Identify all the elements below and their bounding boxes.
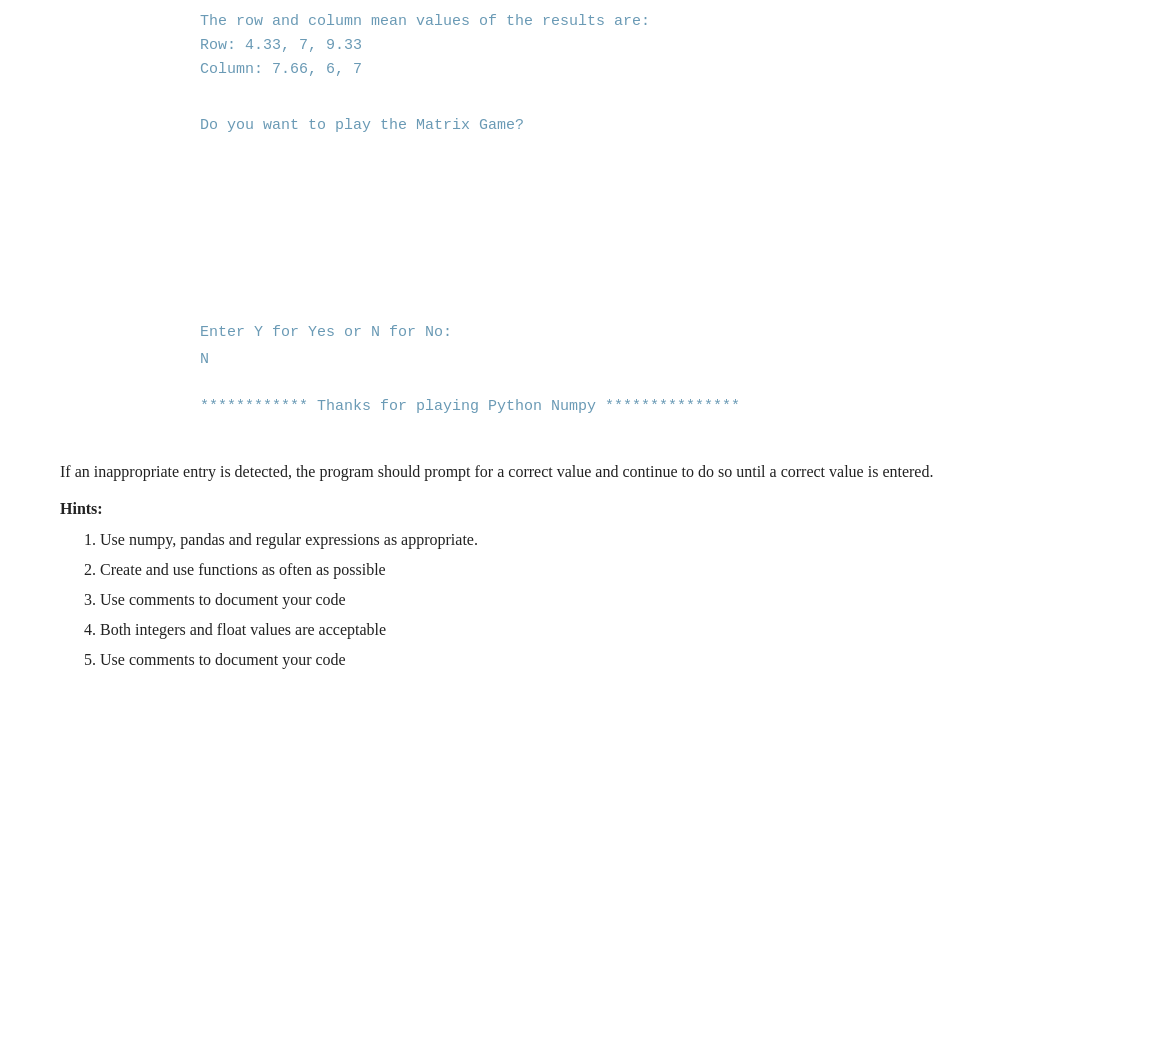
spacer-large	[0, 139, 1170, 319]
hints-heading: Hints:	[60, 500, 1110, 518]
page-container: The row and column mean values of the re…	[0, 0, 1170, 1050]
terminal-line-7: ************ Thanks for playing Python N…	[0, 393, 1170, 420]
hint-item-5: Use comments to document your code	[100, 648, 1110, 672]
terminal-block: The row and column mean values of the re…	[0, 0, 1170, 92]
spacer-1	[0, 92, 1170, 112]
hint-item-4: Both integers and float values are accep…	[100, 618, 1110, 642]
hint-item-2: Create and use functions as often as pos…	[100, 558, 1110, 582]
hint-item-1: Use numpy, pandas and regular expression…	[100, 528, 1110, 552]
terminal-line-5: Enter Y for Yes or N for No:	[0, 319, 1170, 346]
spacer-2	[0, 373, 1170, 393]
prose-section: If an inappropriate entry is detected, t…	[0, 440, 1170, 672]
terminal-line-2: Row: 4.33, 7, 9.33	[200, 34, 1170, 58]
terminal-line-3: Column: 7.66, 6, 7	[200, 58, 1170, 82]
prose-paragraph: If an inappropriate entry is detected, t…	[60, 460, 1110, 484]
spacer-3	[0, 420, 1170, 440]
hint-item-3: Use comments to document your code	[100, 588, 1110, 612]
terminal-line-4: Do you want to play the Matrix Game?	[0, 112, 1170, 139]
terminal-line-1: The row and column mean values of the re…	[200, 10, 1170, 34]
terminal-line-6: N	[0, 346, 1170, 373]
hints-list: Use numpy, pandas and regular expression…	[60, 528, 1110, 672]
